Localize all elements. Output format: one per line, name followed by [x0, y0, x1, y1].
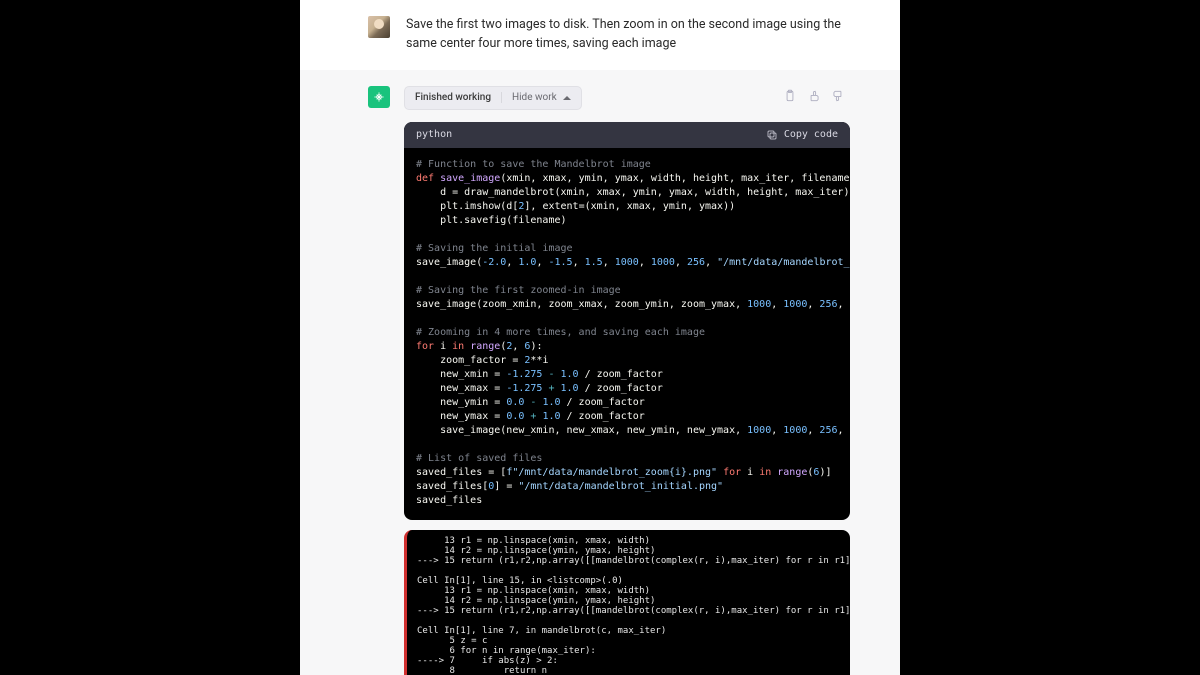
hide-work-button[interactable]: Hide work [502, 92, 581, 103]
thumbs-up-icon[interactable] [807, 88, 821, 102]
assistant-content: Finished working Hide work python Copy c… [368, 86, 850, 675]
user-message: Save the first two images to disk. Then … [300, 0, 900, 70]
code-body[interactable]: # Function to save the Mandelbrot image … [404, 148, 850, 520]
work-status-pill: Finished working Hide work [404, 86, 582, 110]
user-avatar [368, 16, 390, 38]
assistant-avatar [368, 86, 390, 108]
work-status-label: Finished working [405, 92, 502, 103]
code-header: python Copy code [404, 122, 850, 148]
thumbs-down-icon[interactable] [831, 88, 845, 102]
clipboard-icon[interactable] [783, 88, 797, 102]
copy-code-button[interactable]: Copy code [766, 129, 838, 141]
user-message-text: Save the first two images to disk. Then … [406, 16, 850, 54]
feedback-controls [783, 88, 845, 102]
code-block: python Copy code # Function to save the … [404, 122, 850, 520]
error-output-block[interactable]: 13 r1 = np.linspace(xmin, xmax, width) 1… [404, 530, 850, 675]
copy-code-label: Copy code [784, 129, 838, 140]
assistant-message: Finished working Hide work python Copy c… [300, 70, 900, 675]
openai-logo-icon [372, 90, 386, 104]
copy-icon [766, 129, 778, 141]
hide-work-label: Hide work [512, 92, 557, 103]
code-language-label: python [416, 129, 452, 140]
chat-window: Save the first two images to disk. Then … [300, 0, 900, 675]
chevron-up-icon [563, 96, 571, 100]
